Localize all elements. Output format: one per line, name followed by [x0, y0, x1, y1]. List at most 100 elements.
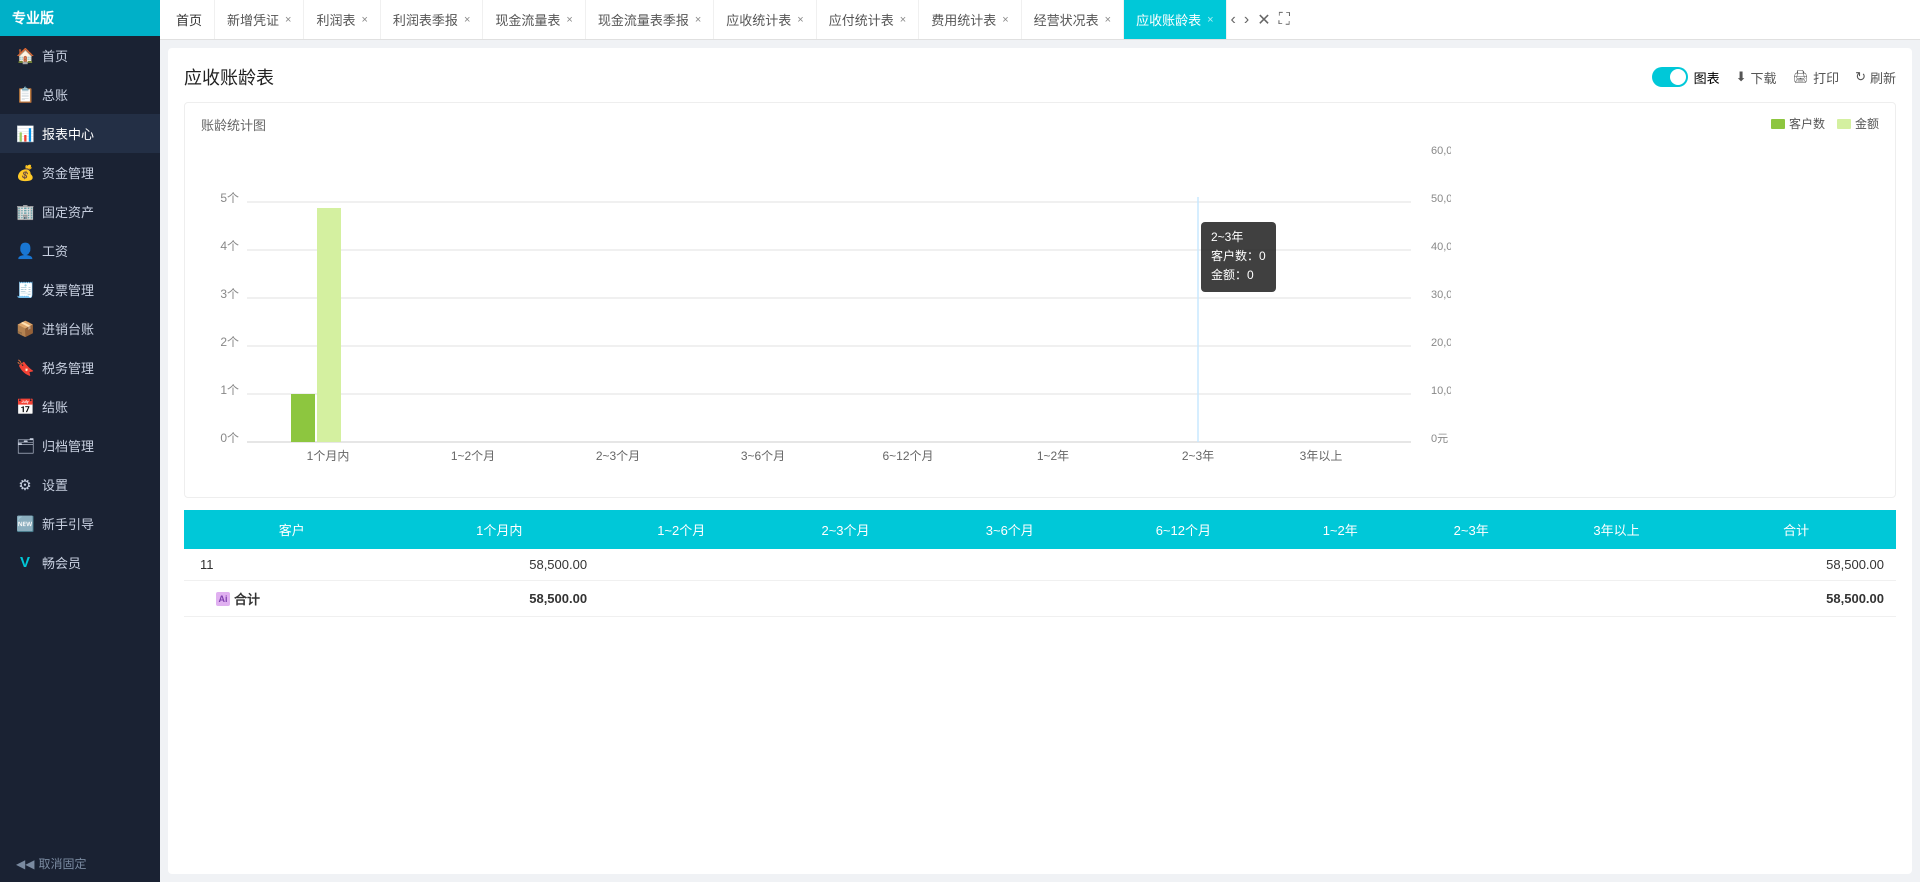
sidebar-item-home[interactable]: 🏠 首页: [0, 36, 160, 75]
sidebar-item-close[interactable]: 📅 结账: [0, 387, 160, 426]
print-button[interactable]: 🖨 打印: [1793, 68, 1840, 87]
tab-expense-stats[interactable]: 费用统计表 ×: [919, 0, 1021, 40]
tab-label: 应收账龄表: [1136, 10, 1201, 29]
cell-total: 58,500.00: [1696, 549, 1896, 581]
tax-icon: 🔖: [16, 359, 34, 377]
tab-close-icon[interactable]: ×: [1207, 14, 1213, 26]
sidebar-item-invoice[interactable]: 🧾 发票管理: [0, 270, 160, 309]
total-m2: [599, 581, 763, 617]
table-total-row: Ai 合计 58,500.00 58,500.00: [184, 581, 1896, 617]
col-m8: 3年以上: [1537, 510, 1697, 549]
tab-label: 费用统计表: [931, 10, 996, 29]
svg-text:10,000.00元: 10,000.00元: [1431, 385, 1451, 397]
sidebar-item-label: 进销台账: [42, 319, 94, 338]
sidebar-item-reports[interactable]: 📊 报表中心: [0, 114, 160, 153]
tab-label: 利润表季报: [393, 10, 458, 29]
toggle-label: 图表: [1694, 68, 1720, 87]
toggle-track[interactable]: [1652, 67, 1688, 87]
total-m7: [1406, 581, 1537, 617]
tab-label: 经营状况表: [1034, 10, 1099, 29]
sidebar-item-funds[interactable]: 💰 资金管理: [0, 153, 160, 192]
sidebar: 专业版 🏠 首页 📋 总账 📊 报表中心 💰 资金管理 🏢 固定资产 👤 工资 …: [0, 0, 160, 882]
svg-text:1个: 1个: [220, 383, 239, 397]
col-m2: 1~2个月: [599, 510, 763, 549]
tab-prev-button[interactable]: ‹: [1227, 11, 1240, 29]
tab-expand-button[interactable]: ⛶: [1275, 11, 1294, 29]
sidebar-item-assets[interactable]: 🏢 固定资产: [0, 192, 160, 231]
tab-profit[interactable]: 利润表 ×: [304, 0, 380, 40]
data-table: 客户 1个月内 1~2个月 2~3个月 3~6个月 6~12个月 1~2年 2~…: [184, 510, 1896, 617]
tab-close-icon[interactable]: ×: [361, 14, 367, 26]
tab-close-icon[interactable]: ×: [1002, 14, 1008, 26]
total-label-text: 合计: [234, 589, 260, 608]
svg-text:1个月内: 1个月内: [307, 449, 350, 463]
sidebar-item-member[interactable]: V 畅会员: [0, 543, 160, 582]
cell-m3: [763, 549, 927, 581]
table-row: 11 58,500.00 58,500.00: [184, 549, 1896, 581]
bar-amount-m1: [317, 208, 341, 442]
sidebar-item-label: 税务管理: [42, 358, 94, 377]
tab-ar-stats[interactable]: 应收统计表 ×: [714, 0, 816, 40]
tab-label: 应付统计表: [829, 10, 894, 29]
tab-ar-aging[interactable]: 应收账龄表 ×: [1124, 0, 1226, 40]
tab-cashflow-quarterly[interactable]: 现金流量表季报 ×: [586, 0, 714, 40]
tab-cashflow[interactable]: 现金流量表 ×: [483, 0, 585, 40]
total-label-container: Ai 合计: [200, 589, 391, 608]
col-total: 合计: [1696, 510, 1896, 549]
tab-ap-stats[interactable]: 应付统计表 ×: [817, 0, 919, 40]
svg-text:60,000.00元: 60,000.00元: [1431, 145, 1451, 157]
tab-close-all-button[interactable]: ✕: [1253, 10, 1274, 30]
tab-voucher[interactable]: 新增凭证 ×: [215, 0, 304, 40]
tab-close-icon[interactable]: ×: [695, 14, 701, 26]
chart-svg: 0个 1个 2个 3个 4个 5个 0元 10,000.00元 20,000.0…: [201, 142, 1451, 482]
chart-title: 账龄统计图: [201, 115, 1879, 134]
svg-text:3~6个月: 3~6个月: [741, 449, 785, 463]
assets-icon: 🏢: [16, 203, 34, 221]
sidebar-pin-toggle[interactable]: ◀◀ 取消固定: [0, 845, 160, 882]
sidebar-item-inventory[interactable]: 📦 进销台账: [0, 309, 160, 348]
reports-icon: 📊: [16, 125, 34, 143]
tab-close-icon[interactable]: ×: [1105, 14, 1111, 26]
col-customer: 客户: [184, 510, 399, 549]
refresh-label: 刷新: [1870, 68, 1896, 87]
sidebar-item-settings[interactable]: ⚙ 设置: [0, 465, 160, 504]
sidebar-item-ledger[interactable]: 📋 总账: [0, 75, 160, 114]
svg-text:20,000.00元: 20,000.00元: [1431, 337, 1451, 349]
col-m4: 3~6个月: [928, 510, 1092, 549]
svg-text:6~12个月: 6~12个月: [882, 449, 933, 463]
sidebar-item-label: 结账: [42, 397, 68, 416]
settings-icon: ⚙: [16, 476, 34, 494]
print-label: 打印: [1813, 68, 1839, 87]
total-total: 58,500.00: [1696, 581, 1896, 617]
guide-icon: 🆕: [16, 515, 34, 533]
sidebar-item-label: 工资: [42, 241, 68, 260]
tab-business-status[interactable]: 经营状况表 ×: [1022, 0, 1124, 40]
header-actions: 图表 ⬇ 下载 🖨 打印 ↻ 刷新: [1652, 67, 1896, 87]
chart-toggle[interactable]: 图表: [1652, 67, 1720, 87]
tab-close-icon[interactable]: ×: [566, 14, 572, 26]
tab-bar: 首页 新增凭证 × 利润表 × 利润表季报 × 现金流量表 × 现金流量表季报 …: [160, 0, 1920, 40]
tab-close-icon[interactable]: ×: [900, 14, 906, 26]
svg-text:3年以上: 3年以上: [1300, 449, 1343, 463]
tab-close-icon[interactable]: ×: [285, 14, 291, 26]
total-m1: 58,500.00: [399, 581, 599, 617]
sidebar-item-archive[interactable]: 🗂 归档管理: [0, 426, 160, 465]
sidebar-item-tax[interactable]: 🔖 税务管理: [0, 348, 160, 387]
refresh-button[interactable]: ↻ 刷新: [1855, 68, 1896, 87]
sidebar-item-salary[interactable]: 👤 工资: [0, 231, 160, 270]
legend-customer-color: [1771, 119, 1785, 129]
tab-label: 新增凭证: [227, 10, 279, 29]
tab-home[interactable]: 首页: [164, 0, 215, 40]
tab-profit-quarterly[interactable]: 利润表季报 ×: [381, 0, 483, 40]
sidebar-item-guide[interactable]: 🆕 新手引导: [0, 504, 160, 543]
download-button[interactable]: ⬇ 下载: [1736, 68, 1777, 87]
tab-close-icon[interactable]: ×: [464, 14, 470, 26]
sidebar-item-label: 报表中心: [42, 124, 94, 143]
cell-m5: [1092, 549, 1275, 581]
sidebar-logo: 专业版: [0, 0, 160, 36]
tab-close-icon[interactable]: ×: [797, 14, 803, 26]
svg-text:1~2年: 1~2年: [1037, 449, 1069, 463]
tab-next-button[interactable]: ›: [1240, 11, 1253, 29]
cell-m2: [599, 549, 763, 581]
invoice-icon: 🧾: [16, 281, 34, 299]
